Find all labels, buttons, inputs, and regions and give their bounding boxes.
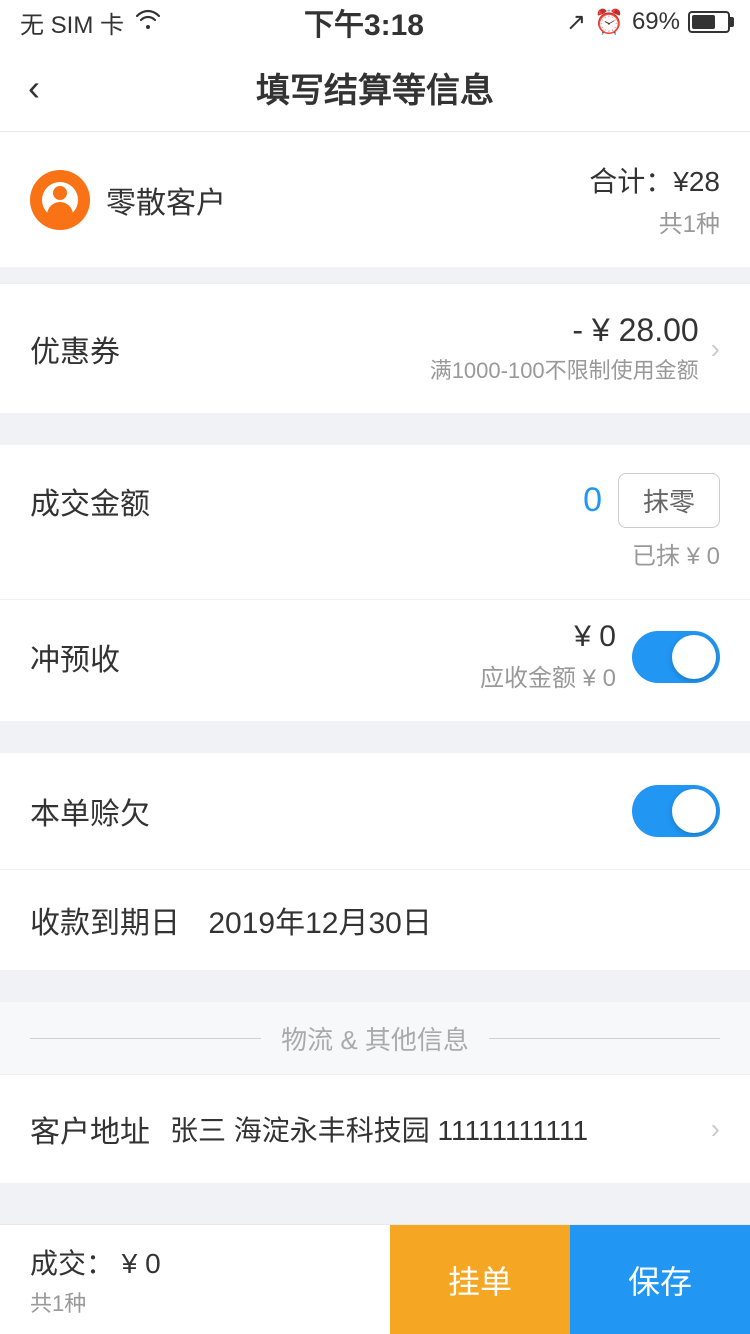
transaction-section: 成交金额 0 抹零 已抹 ¥ 0 冲预收 ¥ 0 应收金额 ¥ 0	[0, 445, 750, 721]
divider-1	[0, 429, 750, 445]
address-value: 张三 海淀永丰科技园 11111111111	[170, 1109, 711, 1149]
bottom-deal-label: 成交：	[30, 1248, 114, 1279]
prepay-toggle[interactable]	[632, 631, 720, 683]
pending-button[interactable]: 挂单	[390, 1225, 570, 1334]
avatar-icon	[42, 182, 78, 218]
coupon-section[interactable]: 优惠券 - ¥ 28.00 满1000-100不限制使用金额 ›	[0, 283, 750, 413]
debt-section: 本单赊欠 收款到期日 2019年12月30日	[0, 753, 750, 970]
bottom-summary: 成交： ¥ 0 共1种	[0, 1242, 390, 1318]
logistics-header: 物流 & 其他信息	[0, 1002, 750, 1074]
coupon-value: - ¥ 28.00 满1000-100不限制使用金额	[430, 312, 699, 385]
page-title: 填写结算等信息	[256, 63, 494, 112]
battery-fill	[692, 15, 715, 29]
status-right: ↗ ⏰ 69%	[566, 8, 730, 37]
total-amount: 合计：¥28	[589, 160, 720, 200]
coupon-desc: 满1000-100不限制使用金额	[430, 353, 699, 385]
battery-icon	[688, 11, 730, 33]
amount-row-top: 成交金额 0 抹零	[30, 473, 720, 528]
nav-bar: ‹ 填写结算等信息	[0, 44, 750, 132]
customer-section: 零散客户 合计：¥28 共1种	[0, 132, 750, 267]
coupon-discount: - ¥ 28.00	[430, 312, 699, 349]
debt-label: 本单赊欠	[30, 789, 150, 833]
prepay-amount: ¥ 0	[480, 620, 616, 654]
address-chevron-icon: ›	[711, 1113, 720, 1145]
coupon-chevron-icon: ›	[711, 333, 720, 365]
status-left: 无 SIM 卡	[20, 5, 162, 40]
save-button[interactable]: 保存	[570, 1225, 750, 1334]
status-time: 下午3:18	[304, 0, 424, 44]
prepay-right: ¥ 0 应收金额 ¥ 0	[480, 620, 720, 693]
back-button[interactable]: ‹	[28, 67, 40, 109]
round-button[interactable]: 抹零	[618, 473, 720, 528]
avatar	[30, 170, 90, 230]
prepay-toggle-knob	[672, 635, 716, 679]
duedate-label: 收款到期日	[30, 907, 180, 940]
bottom-deal-value: ¥ 0	[122, 1248, 161, 1279]
debt-toggle[interactable]	[632, 785, 720, 837]
transaction-value[interactable]: 0	[583, 481, 602, 520]
coupon-row[interactable]: 优惠券 - ¥ 28.00 满1000-100不限制使用金额 ›	[0, 283, 750, 413]
prepay-row: 冲预收 ¥ 0 应收金额 ¥ 0	[0, 599, 750, 721]
divider-3	[0, 986, 750, 1002]
duedate-row: 收款到期日 2019年12月30日	[0, 869, 750, 970]
carrier-label: 无 SIM 卡	[20, 5, 124, 40]
battery-percent: 69%	[632, 8, 680, 36]
prepay-receivable: 应收金额 ¥ 0	[480, 658, 616, 693]
address-row[interactable]: 客户地址 张三 海淀永丰科技园 11111111111 ›	[0, 1074, 750, 1183]
round-sub: 已抹 ¥ 0	[30, 536, 720, 571]
customer-name: 零散客户	[106, 178, 226, 222]
bottom-bar: 成交： ¥ 0 共1种 挂单 保存	[0, 1224, 750, 1334]
logistics-title: 物流 & 其他信息	[261, 1020, 489, 1057]
transaction-label: 成交金额	[30, 479, 150, 523]
bottom-deal: 成交： ¥ 0	[30, 1242, 360, 1282]
logistics-section: 物流 & 其他信息 客户地址 张三 海淀永丰科技园 11111111111 ›	[0, 1002, 750, 1183]
prepay-values: ¥ 0 应收金额 ¥ 0	[480, 620, 616, 693]
duedate-value: 2019年12月30日	[208, 907, 431, 940]
address-label: 客户地址	[30, 1107, 150, 1151]
total-count: 共1种	[589, 204, 720, 239]
debt-row: 本单赊欠	[0, 753, 750, 869]
status-bar: 无 SIM 卡 下午3:18 ↗ ⏰ 69%	[0, 0, 750, 44]
prepay-label: 冲预收	[30, 635, 120, 679]
debt-toggle-knob	[672, 789, 716, 833]
customer-left: 零散客户	[30, 170, 226, 230]
coupon-label: 优惠券	[30, 327, 120, 371]
location-icon: ↗	[566, 8, 586, 37]
prepay-top: 冲预收 ¥ 0 应收金额 ¥ 0	[30, 620, 720, 693]
divider-2	[0, 737, 750, 753]
coupon-right: - ¥ 28.00 满1000-100不限制使用金额 ›	[430, 312, 720, 385]
wifi-icon	[134, 8, 162, 36]
customer-right: 合计：¥28 共1种	[589, 160, 720, 239]
customer-row: 零散客户 合计：¥28 共1种	[0, 132, 750, 267]
alarm-icon: ⏰	[594, 8, 624, 37]
amount-row: 成交金额 0 抹零 已抹 ¥ 0	[0, 445, 750, 599]
bottom-count: 共1种	[30, 1286, 360, 1318]
amount-input-area: 0 抹零	[583, 473, 720, 528]
